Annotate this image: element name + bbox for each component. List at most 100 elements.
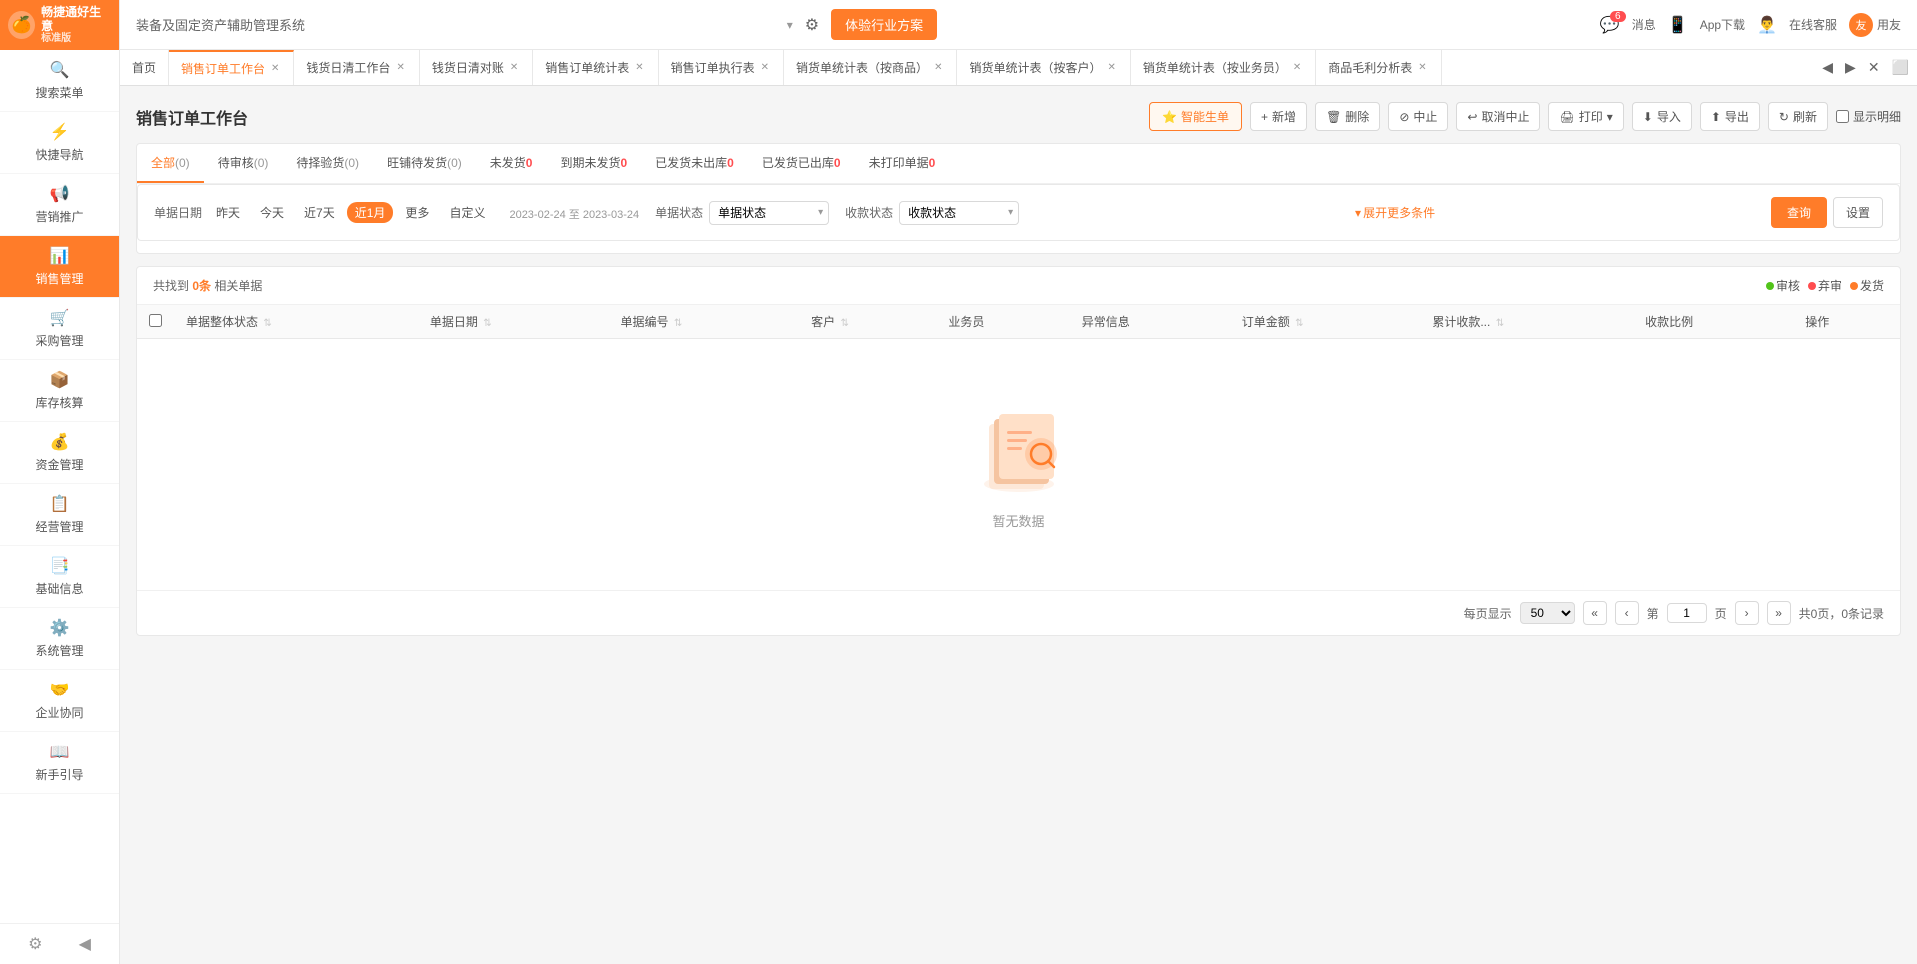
user-menu[interactable]: 友 用友	[1849, 13, 1901, 37]
tab-close-sales-staff[interactable]: ✕	[1291, 60, 1303, 75]
date-option-more[interactable]: 更多	[397, 202, 437, 223]
tabs-maximize[interactable]: ⬜	[1888, 57, 1913, 78]
guide-icon: 📖	[50, 742, 70, 762]
show-detail-toggle[interactable]: 显示明细	[1836, 108, 1901, 125]
review-btn[interactable]: 审核	[1766, 277, 1800, 294]
show-detail-checkbox[interactable]	[1836, 110, 1849, 123]
filter-tab-not-shipped[interactable]: 未发货0	[476, 144, 547, 183]
sidebar-item-finance[interactable]: 💰 资金管理	[0, 422, 119, 484]
tab-close-sales-goods[interactable]: ✕	[932, 60, 944, 75]
app-download-label[interactable]: App下载	[1700, 16, 1745, 33]
tab-home[interactable]: 首页	[120, 50, 169, 86]
status-select[interactable]: 单据状态	[709, 201, 829, 225]
print-btn[interactable]: 🖨 打印 ▾	[1548, 102, 1623, 131]
expand-conditions-btn[interactable]: ▾ 展开更多条件	[1355, 204, 1435, 221]
sort-status-icon[interactable]: ⇅	[263, 318, 271, 329]
filter-tab-pending-review[interactable]: 待审核(0)	[204, 144, 283, 183]
tab-close-gross-margin[interactable]: ✕	[1416, 60, 1428, 75]
sort-amount-icon[interactable]: ⇅	[1295, 318, 1303, 329]
date-option-yesterday[interactable]: 昨天	[208, 202, 248, 223]
sort-date-icon[interactable]: ⇅	[483, 318, 491, 329]
next-page-btn[interactable]: ›	[1735, 601, 1759, 625]
date-option-today[interactable]: 今天	[252, 202, 292, 223]
sidebar-item-purchase[interactable]: 🛒 采购管理	[0, 298, 119, 360]
last-page-btn[interactable]: »	[1767, 601, 1791, 625]
tab-close-cash-daily[interactable]: ✕	[394, 60, 406, 75]
collapse-icon[interactable]: ◀	[79, 934, 91, 954]
setting-btn[interactable]: 设置	[1833, 197, 1883, 228]
tab-cash-reconcile[interactable]: 钱货日清对账 ✕	[420, 50, 533, 86]
sort-customer-icon[interactable]: ⇅	[840, 318, 848, 329]
payment-select[interactable]: 收款状态	[899, 201, 1019, 225]
prev-page-btn[interactable]: ‹	[1615, 601, 1639, 625]
sidebar-item-marketing[interactable]: 📢 营销推广	[0, 174, 119, 236]
filter-tab-not-printed[interactable]: 未打印单据0	[855, 144, 950, 183]
sidebar-item-inventory[interactable]: 📦 库存核算	[0, 360, 119, 422]
tab-close-sales-stats[interactable]: ✕	[633, 60, 645, 75]
sidebar-item-operation[interactable]: 📋 经营管理	[0, 484, 119, 546]
sidebar-item-sales[interactable]: 📊 销售管理	[0, 236, 119, 298]
sidebar-item-system[interactable]: ⚙️ 系统管理	[0, 608, 119, 670]
tab-sales-staff[interactable]: 销货单统计表（按业务员） ✕	[1131, 50, 1316, 86]
filter-tab-shipped-out[interactable]: 已发货已出库0	[748, 144, 855, 183]
tab-sales-exec[interactable]: 销售订单执行表 ✕	[659, 50, 784, 86]
settings-topbar-icon[interactable]: ⚙	[805, 15, 819, 35]
cancel-stop-btn[interactable]: ↩ 取消中止	[1456, 102, 1540, 131]
tab-close-sales-exec[interactable]: ✕	[759, 60, 771, 75]
delete-btn[interactable]: 🗑 删除	[1315, 102, 1380, 131]
stop-btn[interactable]: ⊘ 中止	[1388, 102, 1448, 131]
th-date: 单据日期 ⇅	[418, 305, 609, 339]
solution-btn[interactable]: 体验行业方案	[831, 9, 937, 40]
tab-close-cash-reconcile[interactable]: ✕	[508, 60, 520, 75]
sort-number-icon[interactable]: ⇅	[674, 318, 682, 329]
tab-close-sales-customer[interactable]: ✕	[1105, 60, 1117, 75]
dropdown-icon[interactable]: ▾	[787, 18, 793, 32]
stop-icon: ⊘	[1399, 110, 1409, 124]
refresh-btn[interactable]: ↻ 刷新	[1768, 102, 1828, 131]
per-page-select[interactable]: 50 20 100	[1520, 602, 1575, 624]
page-input[interactable]	[1667, 603, 1707, 623]
date-range-wrapper: 2023-02-24 至 2023-03-24	[509, 204, 639, 222]
export-btn[interactable]: ⬆ 导出	[1700, 102, 1760, 131]
date-option-7days[interactable]: 近7天	[296, 202, 343, 223]
first-page-btn[interactable]: «	[1583, 601, 1607, 625]
sidebar-item-collab[interactable]: 🤝 企业协同	[0, 670, 119, 732]
message-icon-wrapper[interactable]: 💬 6	[1600, 15, 1620, 35]
tabs-scroll-left[interactable]: ◀	[1818, 57, 1837, 78]
online-service-label[interactable]: 在线客服	[1789, 16, 1837, 33]
tab-sales-workbench[interactable]: 销售订单工作台 ✕	[169, 50, 294, 86]
settings-icon[interactable]: ⚙	[28, 934, 42, 954]
table-scroll[interactable]: 单据整体状态 ⇅ 单据日期 ⇅ 单据编号 ⇅	[137, 305, 1900, 590]
select-all-checkbox[interactable]	[149, 314, 162, 327]
app-download-btn[interactable]: 📱	[1668, 15, 1688, 35]
filter-tab-wangpu[interactable]: 旺铺待发货(0)	[373, 144, 476, 183]
tabs-close-all[interactable]: ✕	[1864, 57, 1884, 78]
filter-tab-overdue[interactable]: 到期未发货0	[546, 144, 641, 183]
date-option-1month[interactable]: 近1月	[347, 202, 394, 223]
ship-btn[interactable]: 发货	[1850, 277, 1884, 294]
tab-cash-daily[interactable]: 钱货日清工作台 ✕	[294, 50, 419, 86]
sidebar-item-basic[interactable]: 📑 基础信息	[0, 546, 119, 608]
marketing-icon: 📢	[50, 184, 70, 204]
tabs-scroll-right[interactable]: ▶	[1841, 57, 1860, 78]
tab-sales-goods[interactable]: 销货单统计表（按商品） ✕	[784, 50, 957, 86]
tab-sales-customer[interactable]: 销货单统计表（按客户） ✕	[957, 50, 1130, 86]
sort-accumulated-icon[interactable]: ⇅	[1496, 318, 1504, 329]
tab-close-sales[interactable]: ✕	[269, 61, 281, 76]
query-btn[interactable]: 查询	[1771, 197, 1827, 228]
online-service-btn[interactable]: 👨‍💼	[1757, 15, 1777, 35]
sidebar-item-search[interactable]: 🔍 搜索菜单	[0, 50, 119, 112]
filter-tab-pending-inspect[interactable]: 待择验货(0)	[282, 144, 373, 183]
add-btn[interactable]: + 新增	[1250, 102, 1307, 131]
th-amount: 订单金额 ⇅	[1230, 305, 1421, 339]
date-option-custom[interactable]: 自定义	[441, 202, 493, 223]
import-btn[interactable]: ⬇ 导入	[1632, 102, 1692, 131]
tab-sales-stats[interactable]: 销售订单统计表 ✕	[533, 50, 658, 86]
filter-tab-shipped-not-out[interactable]: 已发货未出库0	[641, 144, 748, 183]
abandon-review-btn[interactable]: 弃审	[1808, 277, 1842, 294]
ai-generate-btn[interactable]: ⭐ 智能生单	[1149, 102, 1242, 131]
tab-gross-margin[interactable]: 商品毛利分析表 ✕	[1316, 50, 1441, 86]
sidebar-item-quick[interactable]: ⚡ 快捷导航	[0, 112, 119, 174]
filter-tab-all[interactable]: 全部(0)	[137, 144, 204, 183]
sidebar-item-guide[interactable]: 📖 新手引导	[0, 732, 119, 794]
